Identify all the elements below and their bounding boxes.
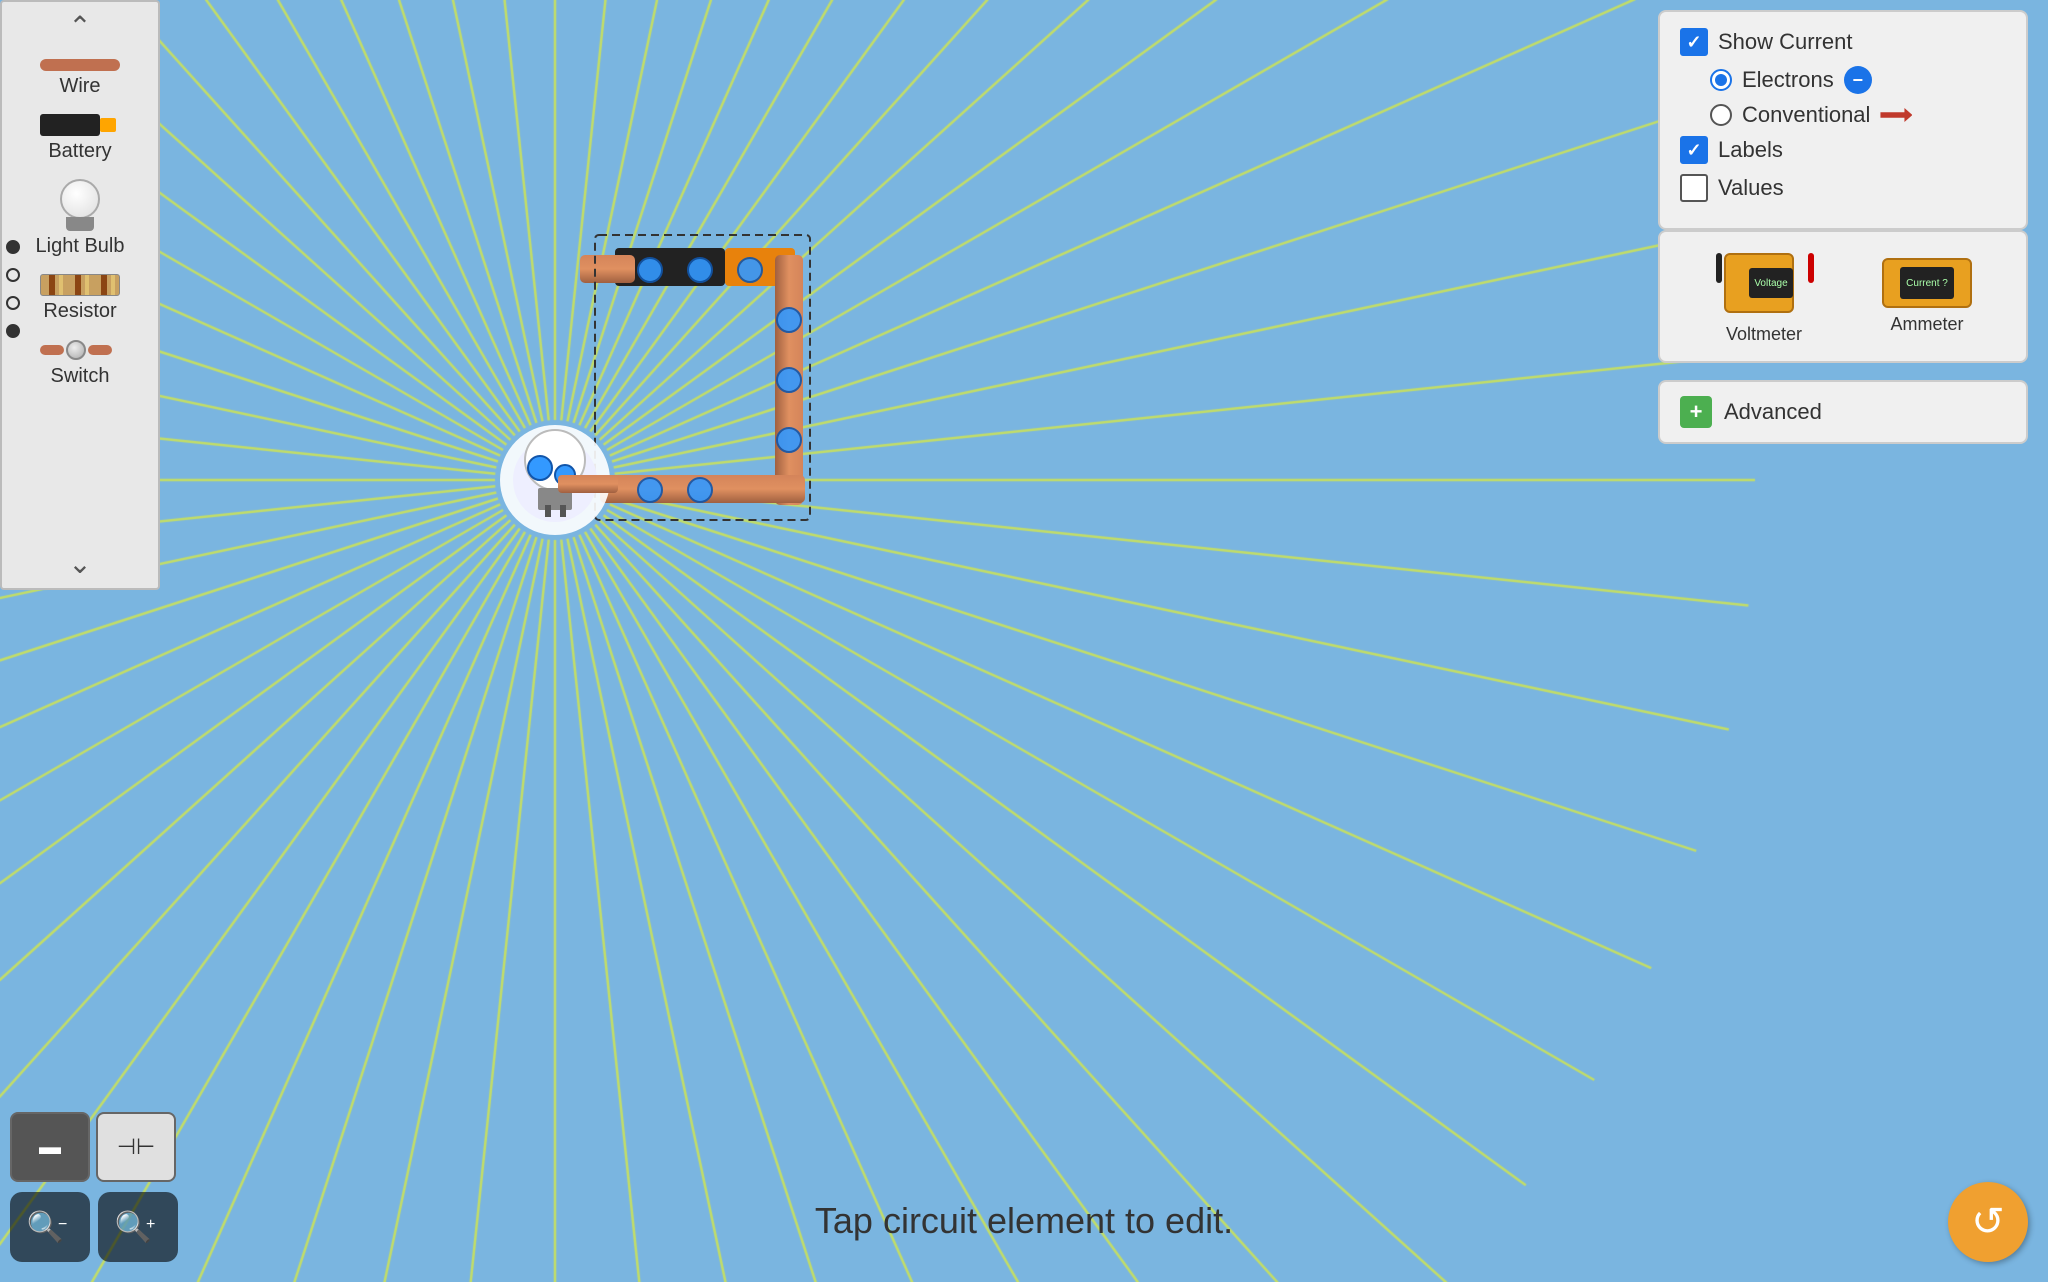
sidebar-item-resistor[interactable]: Resistor	[2, 266, 158, 331]
zoom-in-icon: 🔍+	[115, 1210, 162, 1245]
advanced-plus-icon: +	[1680, 396, 1712, 428]
zoom-out-button[interactable]: 🔍−	[10, 1192, 90, 1262]
sidebar-item-switch-label: Switch	[51, 365, 110, 388]
status-bar: Tap circuit element to edit.	[815, 1200, 1233, 1242]
tab-series-icon: ⊣⊢	[117, 1134, 155, 1160]
sidebar-item-bulb-label: Light Bulb	[36, 235, 125, 258]
advanced-label: Advanced	[1724, 399, 1822, 425]
dot-1	[6, 240, 20, 254]
dot-indicators	[6, 240, 20, 338]
dot-3	[6, 296, 20, 310]
battery-icon	[40, 114, 120, 136]
switch-knob	[66, 340, 86, 360]
voltmeter-body: Voltage	[1724, 253, 1794, 313]
sidebar: ⌃ Wire Battery Light Bulb Resistor Switc…	[0, 0, 160, 590]
labels-check-icon: ✓	[1686, 140, 1701, 161]
ammeter-item[interactable]: Current ? Ammeter	[1882, 258, 1972, 335]
battery-body	[40, 114, 100, 136]
electrons-radio-inner	[1715, 74, 1727, 86]
status-message: Tap circuit element to edit.	[815, 1200, 1233, 1241]
sidebar-item-battery[interactable]: Battery	[2, 106, 158, 171]
zoom-bar: 🔍− 🔍+	[10, 1192, 178, 1262]
sidebar-item-wire-label: Wire	[59, 75, 100, 98]
voltmeter-item[interactable]: Voltage Voltmeter	[1714, 248, 1814, 345]
sidebar-item-battery-label: Battery	[48, 140, 111, 163]
tab-intro-icon: ▬	[39, 1134, 61, 1160]
voltmeter-probe-red	[1808, 253, 1814, 283]
labels-label: Labels	[1718, 137, 1783, 163]
advanced-panel[interactable]: + Advanced	[1658, 380, 2028, 444]
sidebar-item-resistor-label: Resistor	[43, 300, 116, 323]
switch-icon	[40, 339, 120, 361]
refresh-icon: ↺	[1971, 1199, 2005, 1245]
switch-left	[40, 345, 64, 355]
voltmeter-image: Voltage	[1714, 248, 1814, 318]
dot-2	[6, 268, 20, 282]
bulb-base	[66, 217, 94, 231]
sidebar-scroll-up[interactable]: ⌃	[2, 2, 158, 51]
sidebar-item-light-bulb[interactable]: Light Bulb	[2, 171, 158, 266]
values-label: Values	[1718, 175, 1784, 201]
wire-icon	[40, 59, 120, 71]
electrons-label: Electrons	[1742, 67, 1834, 93]
electrons-radio[interactable]	[1710, 69, 1732, 91]
battery-positive	[100, 118, 116, 132]
show-current-check-icon: ✓	[1686, 32, 1701, 53]
conventional-radio[interactable]	[1710, 104, 1732, 126]
ammeter-label: Ammeter	[1890, 314, 1963, 335]
zoom-out-icon: 🔍−	[27, 1210, 74, 1245]
dot-4	[6, 324, 20, 338]
show-current-checkbox[interactable]: ✓	[1680, 28, 1708, 56]
tab-intro[interactable]: ▬	[10, 1112, 90, 1182]
zoom-in-button[interactable]: 🔍+	[98, 1192, 178, 1262]
show-current-label: Show Current	[1718, 29, 1853, 55]
electron-indicator: −	[1844, 66, 1872, 94]
conventional-label: Conventional	[1742, 102, 1870, 128]
conventional-indicator	[1880, 108, 1912, 122]
resistor-icon	[40, 274, 120, 296]
voltmeter-label: Voltmeter	[1726, 324, 1802, 345]
refresh-button[interactable]: ↺	[1948, 1182, 2028, 1262]
voltmeter-probe-black	[1716, 253, 1722, 283]
values-checkbox[interactable]	[1680, 174, 1708, 202]
tab-bar: ▬ ⊣⊢	[10, 1112, 176, 1182]
bulb-glass	[60, 179, 100, 219]
sidebar-item-wire[interactable]: Wire	[2, 51, 158, 106]
sidebar-scroll-down[interactable]: ⌄	[2, 539, 158, 588]
sidebar-item-switch[interactable]: Switch	[2, 331, 158, 396]
meters-panel: Voltage Voltmeter Current ? Ammeter	[1658, 230, 2028, 363]
controls-panel: ✓ Show Current Electrons − Conventional …	[1658, 10, 2028, 230]
voltmeter-screen: Voltage	[1749, 268, 1793, 298]
bulb-icon	[58, 179, 102, 231]
tab-series[interactable]: ⊣⊢	[96, 1112, 176, 1182]
ammeter-screen: Current ?	[1900, 267, 1954, 299]
ammeter-body: Current ?	[1882, 258, 1972, 308]
labels-checkbox[interactable]: ✓	[1680, 136, 1708, 164]
switch-right	[88, 345, 112, 355]
